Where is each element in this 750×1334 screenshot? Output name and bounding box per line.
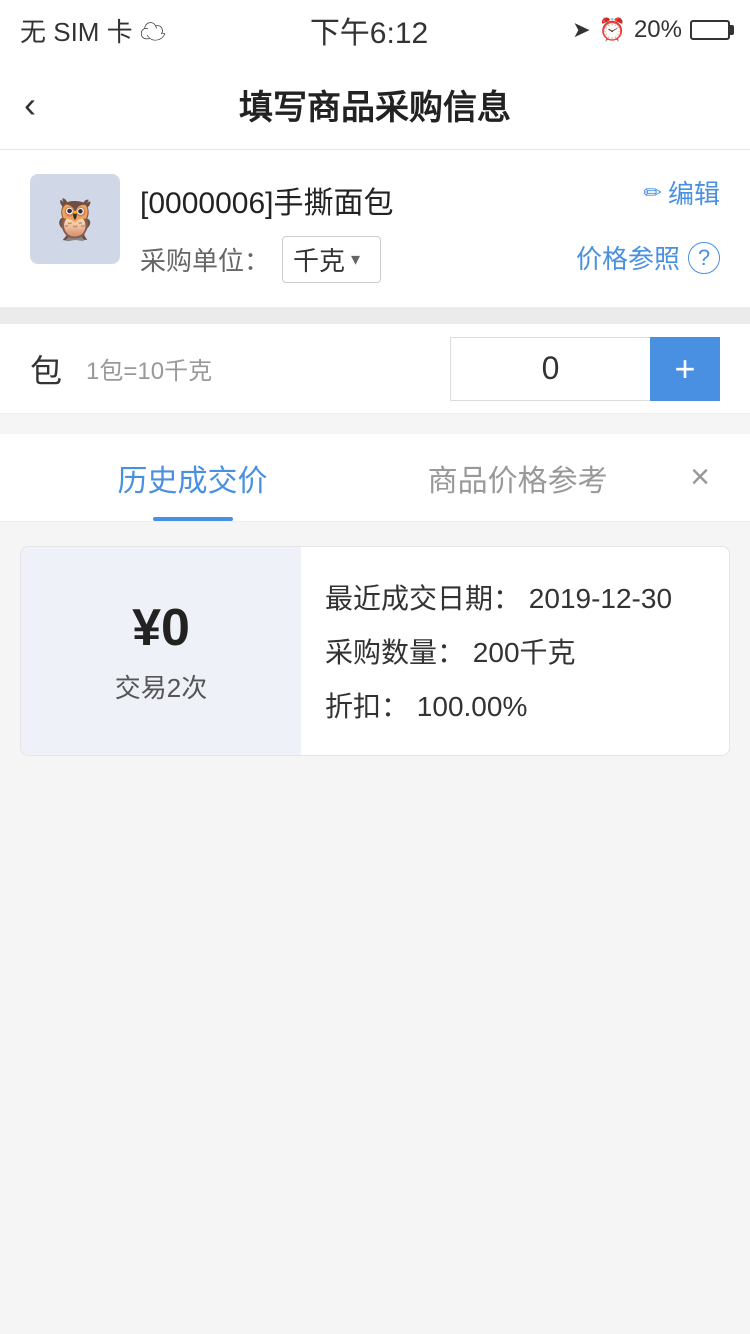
quantity-row: 包 1包=10千克 + xyxy=(0,324,750,414)
back-button[interactable]: ‹ xyxy=(24,87,36,123)
transaction-discount-row: 折扣： 100.00% xyxy=(325,685,705,725)
status-bar: 无 SIM 卡 ☁ 下午6:12 ➤ ⏰ 20% xyxy=(0,0,750,60)
product-header: 🦉 [0000006]手撕面包 采购单位： 千克 ▾ ✏ 编辑 xyxy=(30,174,720,283)
latest-date-label: 最近成交日期： xyxy=(325,583,521,614)
transaction-card: ¥0 交易2次 最近成交日期： 2019-12-30 采购数量： 200千克 折… xyxy=(20,546,730,756)
status-left: 无 SIM 卡 ☁ xyxy=(20,12,166,49)
status-right: ➤ ⏰ 20% xyxy=(572,16,730,44)
panel-close-button[interactable]: × xyxy=(680,458,720,497)
tab-underline xyxy=(153,517,233,521)
quantity-input[interactable] xyxy=(450,337,650,401)
alarm-icon: ⏰ xyxy=(599,17,626,43)
unit-select-dropdown[interactable]: 千克 ▾ xyxy=(282,236,381,283)
section-divider xyxy=(0,308,750,324)
status-time: 下午6:12 xyxy=(310,8,428,52)
discount-value: 100.00% xyxy=(417,691,528,722)
transaction-details: 最近成交日期： 2019-12-30 采购数量： 200千克 折扣： 100.0… xyxy=(301,547,729,755)
location-icon: ➤ xyxy=(572,17,590,43)
product-thumb-icon: 🦉 xyxy=(50,196,100,243)
price-ref-row: 价格参照 ? xyxy=(576,239,720,276)
transaction-date-row: 最近成交日期： 2019-12-30 xyxy=(325,577,705,617)
quantity-plus-button[interactable]: + xyxy=(650,337,720,401)
panel-tabs: 历史成交价 商品价格参考 × xyxy=(0,434,750,522)
product-left: 🦉 [0000006]手撕面包 采购单位： 千克 ▾ xyxy=(30,174,393,283)
product-info: [0000006]手撕面包 采购单位： 千克 ▾ xyxy=(140,174,393,283)
edit-icon: ✏ xyxy=(644,180,662,206)
battery-icon xyxy=(690,20,730,40)
unit-value: 千克 xyxy=(293,241,345,278)
tab-history-price-label: 历史成交价 xyxy=(118,456,268,500)
battery-percent: 20% xyxy=(634,16,682,44)
tab-product-price-ref-label: 商品价格参考 xyxy=(428,456,608,500)
quantity-unit-label: 包 xyxy=(30,346,62,392)
quantity-input-area: + xyxy=(450,337,720,401)
discount-label: 折扣： xyxy=(325,691,409,722)
tab-history-price[interactable]: 历史成交价 xyxy=(30,434,355,521)
quantity-label: 采购数量： xyxy=(325,637,465,668)
transaction-count: 交易2次 xyxy=(115,668,207,705)
dropdown-arrow-icon: ▾ xyxy=(351,249,360,270)
latest-date-value: 2019-12-30 xyxy=(529,583,672,614)
tab-product-price-ref[interactable]: 商品价格参考 xyxy=(355,434,680,521)
panel-content: ¥0 交易2次 最近成交日期： 2019-12-30 采购数量： 200千克 折… xyxy=(0,522,750,780)
product-name: [0000006]手撕面包 xyxy=(140,178,393,222)
transaction-quantity-row: 采购数量： 200千克 xyxy=(325,631,705,671)
product-thumbnail: 🦉 xyxy=(30,174,120,264)
sim-label: 无 SIM 卡 ☁ xyxy=(20,12,166,49)
price-ref-label[interactable]: 价格参照 xyxy=(576,239,680,276)
page-title: 填写商品采购信息 xyxy=(239,80,511,129)
edit-label: 编辑 xyxy=(668,174,720,211)
purchase-unit-label: 采购单位： xyxy=(140,241,270,278)
product-card: 🦉 [0000006]手撕面包 采购单位： 千克 ▾ ✏ 编辑 xyxy=(0,150,750,308)
product-actions: ✏ 编辑 价格参照 ? xyxy=(576,174,720,276)
transaction-price-area: ¥0 交易2次 xyxy=(21,547,301,755)
quantity-value: 200千克 xyxy=(473,637,576,668)
product-unit-row: 采购单位： 千克 ▾ xyxy=(140,236,393,283)
edit-button[interactable]: ✏ 编辑 xyxy=(644,174,720,211)
price-ref-help-icon[interactable]: ? xyxy=(688,242,720,274)
transaction-price: ¥0 xyxy=(132,598,190,658)
quantity-conversion: 1包=10千克 xyxy=(86,351,212,386)
nav-bar: ‹ 填写商品采购信息 xyxy=(0,60,750,150)
